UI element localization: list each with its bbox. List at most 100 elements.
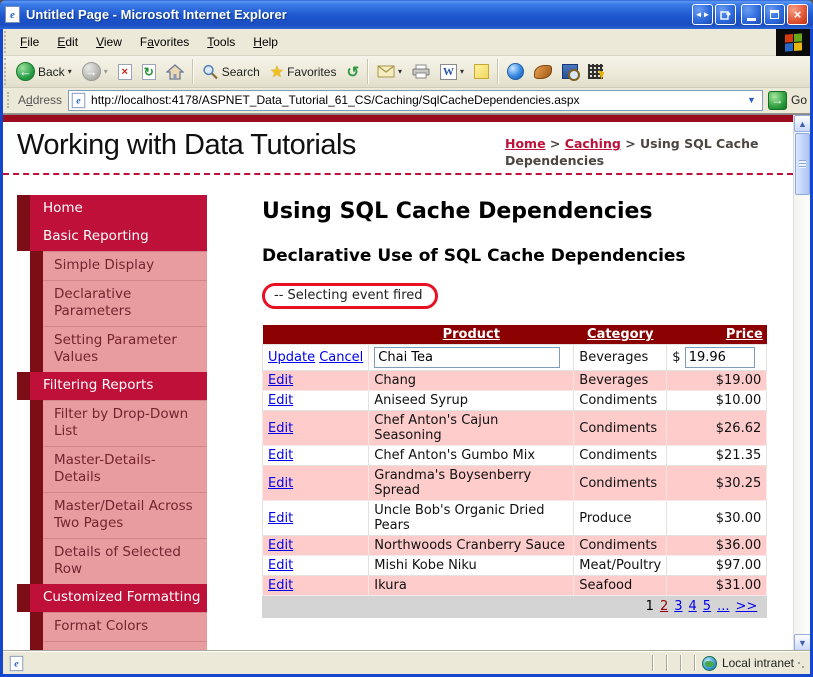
menubar-grip[interactable] [4, 31, 9, 53]
print-icon [412, 64, 430, 79]
scroll-down-button[interactable]: ▼ [794, 634, 810, 651]
search-button[interactable]: Search [197, 62, 265, 82]
title-bar[interactable]: e Untitled Page - Microsoft Internet Exp… [0, 0, 813, 29]
currency-symbol: $ [672, 350, 681, 365]
sidebar-item-filtering-reports[interactable]: Filtering Reports [17, 372, 207, 400]
product-name-input[interactable] [374, 347, 561, 368]
mail-dropdown-icon[interactable]: ▾ [398, 67, 402, 76]
edit-row-category: Beverages [573, 344, 668, 371]
addressbar-grip[interactable] [7, 92, 12, 108]
pager-page-4-link[interactable]: 4 [689, 599, 697, 614]
edit-link[interactable]: Edit [268, 558, 293, 573]
address-label: Address [18, 93, 63, 107]
sidebar-item-details-of-selected-row[interactable]: Details of Selected Row [17, 538, 207, 584]
update-link[interactable]: Update [268, 350, 315, 365]
edit-link[interactable]: Edit [268, 393, 293, 408]
maximize-icon [770, 10, 779, 19]
menu-favorites[interactable]: Favorites [131, 31, 198, 53]
sidebar-item-basic-reporting[interactable]: Basic Reporting [17, 223, 207, 251]
toolbar-separator [191, 59, 194, 84]
sort-product-link[interactable]: Product [443, 327, 500, 342]
favorites-star-icon: ★ [269, 63, 285, 81]
sidebar-item-master-details-details[interactable]: Master-Details-Details [17, 446, 207, 492]
addon-button-2[interactable] [583, 62, 608, 81]
address-url[interactable]: http://localhost:4178/ASPNET_Data_Tutori… [91, 93, 743, 107]
stop-button[interactable]: × [113, 62, 137, 82]
windows-flag-icon [784, 33, 802, 52]
edit-link[interactable]: Edit [268, 476, 293, 491]
address-field[interactable]: e http://localhost:4178/ASPNET_Data_Tuto… [68, 89, 763, 111]
sidebar-item-declarative-parameters[interactable]: Declarative Parameters [17, 280, 207, 326]
minimize-icon [747, 17, 756, 21]
table-row: Edit Northwoods Cranberry Sauce Condimen… [261, 535, 768, 556]
breadcrumb-caching-link[interactable]: Caching [565, 136, 621, 151]
window-arrows-button[interactable]: ◄► [692, 4, 713, 25]
print-button[interactable] [407, 62, 435, 81]
vertical-scrollbar[interactable]: ▲ ▼ [793, 115, 810, 651]
back-icon: ← [16, 62, 35, 81]
mail-button[interactable]: ▾ [372, 63, 407, 80]
pager-ellipsis-link[interactable]: ... [717, 599, 729, 614]
sidebar-item-setting-parameter-values[interactable]: Setting Parameter Values [17, 326, 207, 372]
sidebar-item-home[interactable]: Home [17, 195, 207, 223]
go-label: Go [790, 93, 807, 107]
windows-logo [776, 29, 810, 56]
sidebar-item-partial [17, 641, 207, 651]
pager-row: 1 2 3 4 5... >> [261, 595, 768, 618]
research-button[interactable] [557, 62, 583, 81]
pager-next-link[interactable]: >> [735, 599, 757, 614]
messenger-button[interactable] [502, 61, 529, 82]
edit-link[interactable]: Edit [268, 538, 293, 553]
menu-view[interactable]: View [87, 31, 131, 53]
menu-tools[interactable]: Tools [198, 31, 244, 53]
sidebar-item-customized-formatting[interactable]: Customized Formatting [17, 584, 207, 612]
addon-button-1[interactable] [529, 63, 557, 81]
sidebar-item-master-detail-across-two-pages[interactable]: Master/Detail Across Two Pages [17, 492, 207, 538]
edit-link[interactable]: Edit [268, 448, 293, 463]
pager-page-3-link[interactable]: 3 [674, 599, 682, 614]
menu-help[interactable]: Help [244, 31, 287, 53]
home-button[interactable] [161, 62, 189, 82]
sidebar-item-format-colors[interactable]: Format Colors [17, 612, 207, 641]
cancel-link[interactable]: Cancel [319, 350, 363, 365]
notes-button[interactable] [469, 62, 494, 81]
go-button[interactable]: → Go [767, 90, 807, 110]
refresh-button[interactable]: ↻ [137, 62, 161, 82]
breadcrumb-home-link[interactable]: Home [505, 136, 546, 151]
status-separator [693, 655, 696, 671]
history-button[interactable]: ↺ [341, 61, 364, 83]
home-icon [165, 63, 184, 80]
minimize-button[interactable] [741, 4, 762, 25]
edit-link[interactable]: Edit [268, 373, 293, 388]
price-input[interactable] [684, 347, 755, 368]
pager-page-2-link[interactable]: 2 [660, 599, 668, 614]
pager-page-5-link[interactable]: 5 [703, 599, 711, 614]
back-dropdown-icon[interactable]: ▾ [68, 67, 72, 76]
favorites-button[interactable]: ★ Favorites [265, 60, 342, 84]
close-button[interactable]: × [787, 4, 808, 25]
back-button[interactable]: ← Back ▾ [11, 60, 77, 83]
status-separator [679, 655, 682, 671]
edit-link[interactable]: Edit [268, 578, 293, 593]
maximize-button[interactable] [764, 4, 785, 25]
forward-dropdown-icon[interactable]: ▾ [104, 67, 108, 76]
edit-link[interactable]: Edit [268, 421, 293, 436]
edit-link[interactable]: Edit [268, 511, 293, 526]
sort-price-link[interactable]: Price [726, 327, 763, 342]
edit-dropdown-icon[interactable]: ▾ [460, 67, 464, 76]
sort-category-link[interactable]: Category [587, 327, 653, 342]
window-popout-button[interactable] [715, 4, 736, 25]
close-icon: × [793, 7, 802, 22]
address-dropdown-button[interactable]: ▼ [743, 92, 760, 109]
menu-edit[interactable]: Edit [48, 31, 87, 53]
scrollbar-thumb[interactable] [795, 133, 810, 195]
menu-file[interactable]: File [11, 31, 48, 53]
forward-button[interactable]: → ▾ [77, 60, 113, 83]
toolbar-grip[interactable] [4, 58, 9, 85]
search-icon [203, 64, 218, 79]
scroll-up-button[interactable]: ▲ [794, 115, 810, 132]
sidebar-item-filter-by-dropdown-list[interactable]: Filter by Drop-Down List [17, 400, 207, 446]
resize-grip[interactable] [796, 660, 808, 672]
sidebar-item-simple-display[interactable]: Simple Display [17, 251, 207, 280]
edit-with-word-button[interactable]: W ▾ [435, 62, 469, 82]
